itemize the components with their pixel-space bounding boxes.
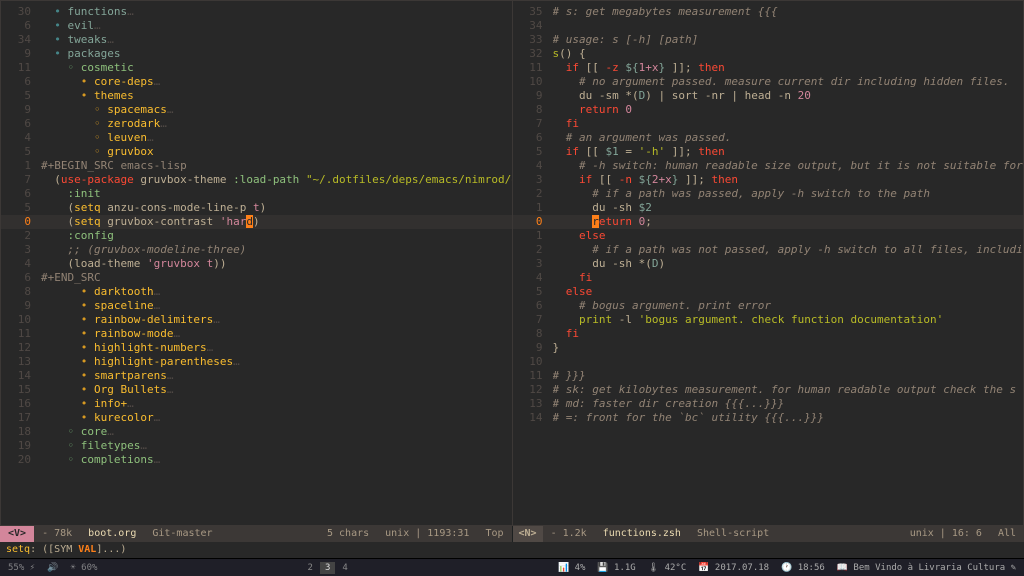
buffer-name-left: boot.org (80, 526, 144, 542)
code-line[interactable]: 9 ◦ spacemacs… (1, 103, 512, 117)
vcs-branch: Git-master (144, 526, 220, 542)
code-line[interactable]: 11 • rainbow-mode… (1, 327, 512, 341)
code-line[interactable]: 2 :config (1, 229, 512, 243)
encoding-right: unix | 16: 6 (902, 526, 990, 542)
code-line[interactable]: 4 (load-theme 'gruvbox t)) (1, 257, 512, 271)
eldoc-sig-pre: ([SYM (42, 544, 78, 555)
code-line[interactable]: 11 ◦ cosmetic (1, 61, 512, 75)
selection-info: 5 chars (319, 526, 377, 542)
code-line[interactable]: 11 if [[ -z ${1+x} ]]; then (513, 61, 1024, 75)
code-line[interactable]: 6 :init (1, 187, 512, 201)
cpu-usage: 📊 4% (558, 563, 585, 573)
minibuffer[interactable]: setq: ([SYM VAL]...) (0, 542, 1024, 558)
volume-icon: 🔊 (47, 563, 58, 573)
code-line[interactable]: 1#+BEGIN_SRC emacs-lisp (1, 159, 512, 173)
code-line[interactable]: 2 # if a path was passed, apply -h switc… (513, 187, 1024, 201)
code-line[interactable]: 3 du -sh *(D) (513, 257, 1024, 271)
code-line[interactable]: 35# s: get megabytes measurement {{{ (513, 5, 1024, 19)
code-line[interactable]: 1 else (513, 229, 1024, 243)
code-line[interactable]: 33# usage: s [-h] [path] (513, 33, 1024, 47)
code-line[interactable]: 18 ◦ core… (1, 425, 512, 439)
workspace-switcher[interactable]: 234 (303, 562, 353, 574)
code-line[interactable]: 7 (use-package gruvbox-theme :load-path … (1, 173, 512, 187)
workspace-3[interactable]: 3 (320, 562, 335, 574)
code-line[interactable]: 11# }}} (513, 369, 1024, 383)
code-line[interactable]: 9 • spaceline… (1, 299, 512, 313)
eldoc-current-arg: VAL (78, 544, 96, 555)
code-line[interactable]: 8 return 0 (513, 103, 1024, 117)
code-line[interactable]: 17 • kurecolor… (1, 411, 512, 425)
code-line[interactable]: 6#+END_SRC (1, 271, 512, 285)
code-line[interactable]: 13 • highlight-parentheses… (1, 355, 512, 369)
left-pane[interactable]: 30 • functions…6 • evil…34 • tweaks…9 • … (1, 1, 513, 525)
code-line[interactable]: 19 ◦ filetypes… (1, 439, 512, 453)
code-line[interactable]: 34 (513, 19, 1024, 33)
workspace-2[interactable]: 2 (303, 562, 318, 574)
code-line[interactable]: 3 if [[ -n ${2+x} ]]; then (513, 173, 1024, 187)
code-line[interactable]: 15 • Org Bullets… (1, 383, 512, 397)
scroll-pos-left: Top (477, 526, 511, 542)
code-line[interactable]: 1 du -sh $2 (513, 201, 1024, 215)
editor-split: 30 • functions…6 • evil…34 • tweaks…9 • … (0, 0, 1024, 526)
code-line[interactable]: 5 • themes (1, 89, 512, 103)
code-line[interactable]: 4 ◦ leuven… (1, 131, 512, 145)
code-line[interactable]: 6 • evil… (1, 19, 512, 33)
workspace-4[interactable]: 4 (337, 562, 352, 574)
brightness-indicator: ☀ 60% (70, 563, 97, 573)
mem-usage: 💾 1.1G (597, 563, 635, 573)
encoding-left: unix | 1193:31 (377, 526, 477, 542)
buffer-name-right: functions.zsh (595, 526, 689, 542)
buffer-size-left: - 78k (34, 526, 80, 542)
right-pane[interactable]: 35# s: get megabytes measurement {{{3433… (513, 1, 1024, 525)
code-line[interactable]: 6 # bogus argument. print error (513, 299, 1024, 313)
code-line[interactable]: 16 • info+… (1, 397, 512, 411)
code-line[interactable]: 34 • tweaks… (1, 33, 512, 47)
code-line[interactable]: 14 • smartparens… (1, 369, 512, 383)
code-line[interactable]: 0 (setq gruvbox-contrast 'hard) (1, 215, 512, 229)
code-line[interactable]: 2 # if a path was not passed, apply -h s… (513, 243, 1024, 257)
time-indicator: 🕐 18:56 (781, 563, 825, 573)
buffer-size-right: - 1.2k (543, 526, 595, 542)
modeline: <V> - 78k boot.org Git-master 5 chars un… (0, 526, 1024, 542)
system-taskbar: 55% ⚡ 🔊 ☀ 60% 234 📊 4% 💾 1.1G 🌡 42°C 📅 2… (0, 558, 1024, 576)
temp-indicator: 🌡 42°C (648, 563, 687, 573)
code-line[interactable]: 13# md: faster dir creation {{{...}}} (513, 397, 1024, 411)
code-line[interactable]: 10 • rainbow-delimiters… (1, 313, 512, 327)
code-line[interactable]: 6 • core-deps… (1, 75, 512, 89)
code-line[interactable]: 6 ◦ zerodark… (1, 117, 512, 131)
code-line[interactable]: 14# =: front for the `bc` utility {{{...… (513, 411, 1024, 425)
code-line[interactable]: 12# sk: get kilobytes measurement. for h… (513, 383, 1024, 397)
evil-state-right: <N> (513, 526, 543, 542)
eldoc-sig-post: ]...) (96, 544, 126, 555)
evil-state-left: <V> (0, 526, 34, 542)
code-line[interactable]: 7 fi (513, 117, 1024, 131)
code-line[interactable]: 10 # no argument passed. measure current… (513, 75, 1024, 89)
code-line[interactable]: 32s() { (513, 47, 1024, 61)
code-line[interactable]: 4 # -h switch: human readable size outpu… (513, 159, 1024, 173)
eldoc-fn: setq (6, 544, 30, 555)
tray-notification[interactable]: 📖 Bem Vindo à Livraria Cultura ✎ (837, 563, 1016, 573)
code-line[interactable]: 4 fi (513, 271, 1024, 285)
code-line[interactable]: 9} (513, 341, 1024, 355)
code-line[interactable]: 20 ◦ completions… (1, 453, 512, 467)
code-line[interactable]: 7 print -l 'bogus argument. check functi… (513, 313, 1024, 327)
code-line[interactable]: 12 • highlight-numbers… (1, 341, 512, 355)
code-line[interactable]: 5 (setq anzu-cons-mode-line-p t) (1, 201, 512, 215)
battery-indicator: 55% ⚡ (8, 563, 35, 573)
date-indicator: 📅 2017.07.18 (698, 563, 769, 573)
major-mode-right: Shell-script (689, 526, 777, 542)
code-line[interactable]: 5 ◦ gruvbox (1, 145, 512, 159)
scroll-pos-right: All (990, 526, 1024, 542)
code-line[interactable]: 8 • darktooth… (1, 285, 512, 299)
code-line[interactable]: 3 ;; (gruvbox-modeline-three) (1, 243, 512, 257)
code-line[interactable]: 8 fi (513, 327, 1024, 341)
code-line[interactable]: 30 • functions… (1, 5, 512, 19)
code-line[interactable]: 10 (513, 355, 1024, 369)
code-line[interactable]: 5 if [[ $1 = '-h' ]]; then (513, 145, 1024, 159)
code-line[interactable]: 5 else (513, 285, 1024, 299)
code-line[interactable]: 9 • packages (1, 47, 512, 61)
code-line[interactable]: 0 return 0; (513, 215, 1024, 229)
code-line[interactable]: 6 # an argument was passed. (513, 131, 1024, 145)
code-line[interactable]: 9 du -sm *(D) | sort -nr | head -n 20 (513, 89, 1024, 103)
